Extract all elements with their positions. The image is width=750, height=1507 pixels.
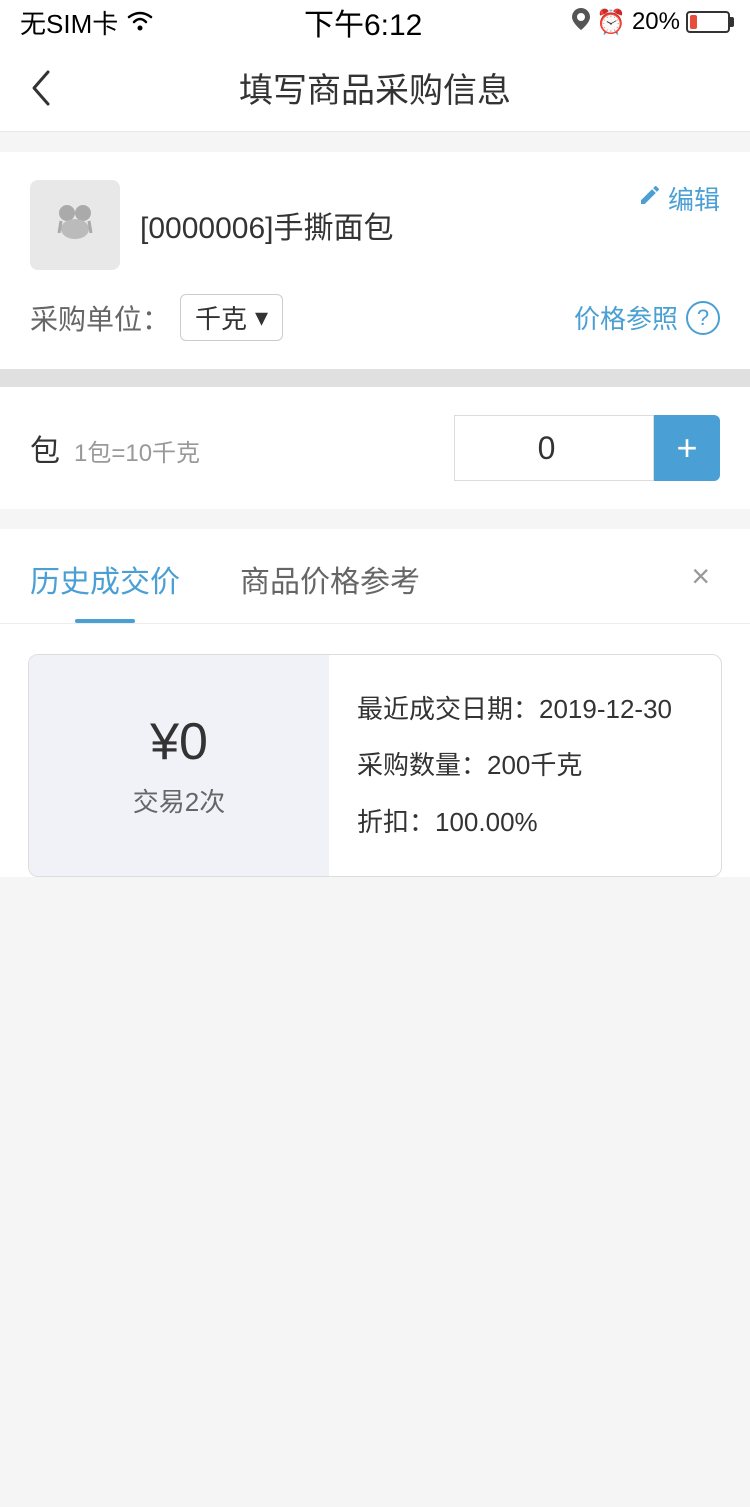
info-icon: ? [686, 301, 720, 335]
tab-close-button[interactable]: × [681, 548, 720, 605]
battery-percent: 20% [632, 8, 680, 36]
price-ref-label: 价格参照 [574, 299, 678, 336]
tx-price: ¥0 [150, 712, 208, 772]
dropdown-arrow-icon: ▾ [255, 302, 268, 333]
wifi-icon [126, 7, 154, 38]
product-left: [0000006]手撕面包 [30, 180, 393, 270]
edit-button[interactable]: 编辑 [638, 180, 720, 217]
unit-row: 采购单位： 千克 ▾ 价格参照 ? [30, 294, 720, 341]
tx-date-row: 最近成交日期：2019-12-30 [357, 691, 693, 727]
status-bar: 无SIM卡 下午6:12 ⏰ 20% [0, 0, 750, 44]
tab-price-ref[interactable]: 商品价格参考 [240, 529, 420, 623]
product-header: [0000006]手撕面包 编辑 [30, 180, 720, 270]
location-icon [572, 8, 590, 37]
carrier-text: 无SIM卡 [20, 4, 118, 41]
product-name: [0000006]手撕面包 [140, 203, 393, 247]
tx-price-section: ¥0 交易2次 [29, 655, 329, 876]
edit-icon [638, 183, 662, 214]
tx-discount-row: 折扣：100.00% [357, 804, 693, 840]
tx-date-label: 最近成交日期： [357, 694, 539, 724]
tx-details-section: 最近成交日期：2019-12-30 采购数量：200千克 折扣：100.00% [329, 655, 721, 876]
status-left: 无SIM卡 [20, 4, 154, 41]
status-time: 下午6:12 [304, 0, 422, 44]
unit-select[interactable]: 千克 ▾ [180, 294, 283, 341]
section-divider [0, 369, 750, 387]
price-ref-button[interactable]: 价格参照 ? [574, 299, 720, 336]
qty-input-group: 0 + [454, 415, 720, 481]
tx-count: 交易2次 [133, 782, 225, 819]
nav-bar: 填写商品采购信息 [0, 44, 750, 132]
tab-history-price[interactable]: 历史成交价 [30, 529, 180, 623]
transaction-card: ¥0 交易2次 最近成交日期：2019-12-30 采购数量：200千克 折扣：… [28, 654, 722, 877]
quantity-input[interactable]: 0 [454, 415, 654, 481]
tabs: 历史成交价 商品价格参考 [30, 529, 420, 623]
page-title: 填写商品采购信息 [239, 63, 511, 112]
status-right: ⏰ 20% [572, 8, 730, 37]
tab-header: 历史成交价 商品价格参考 × [0, 529, 750, 624]
tx-qty-value: 200千克 [487, 750, 582, 780]
tx-qty-row: 采购数量：200千克 [357, 747, 693, 783]
tx-qty-label: 采购数量： [357, 750, 487, 780]
unit-value: 千克 [195, 299, 247, 336]
tab-panel: 历史成交价 商品价格参考 × ¥0 交易2次 最近成交日期：2019-12-30… [0, 529, 750, 877]
product-icon [30, 180, 120, 270]
battery-icon [686, 11, 730, 33]
qty-plus-button[interactable]: + [654, 415, 720, 481]
tx-date-value: 2019-12-30 [539, 694, 672, 724]
qty-label-group: 包 1包=10千克 [30, 426, 200, 470]
tx-discount-value: 100.00% [435, 807, 538, 837]
quantity-row: 包 1包=10千克 0 + [0, 387, 750, 509]
edit-label: 编辑 [668, 180, 720, 217]
back-button[interactable] [28, 68, 52, 108]
footer-area [0, 907, 750, 1507]
qty-conversion: 1包=10千克 [74, 433, 200, 468]
unit-label: 采购单位： [30, 298, 170, 338]
qty-unit-label: 包 [30, 426, 60, 470]
product-card: [0000006]手撕面包 编辑 采购单位： 千克 ▾ 价格参照 ? [0, 152, 750, 369]
alarm-icon: ⏰ [596, 8, 626, 37]
tx-discount-label: 折扣： [357, 807, 435, 837]
